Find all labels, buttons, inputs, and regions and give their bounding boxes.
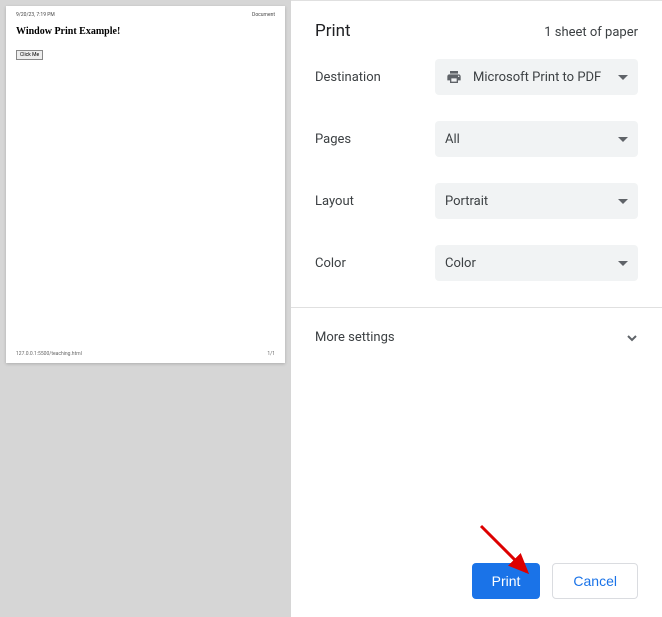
preview-page-button: Click Me — [16, 50, 43, 60]
chevron-down-icon — [618, 137, 628, 142]
chevron-down-icon — [626, 332, 638, 344]
pages-value: All — [445, 132, 618, 147]
color-value: Color — [445, 256, 618, 271]
preview-footer: 127.0.0.1:5500/teaching.html 1/1 — [16, 351, 275, 357]
destination-row: Destination Microsoft Print to PDF — [315, 59, 638, 95]
layout-value: Portrait — [445, 194, 618, 209]
chevron-down-icon — [618, 75, 628, 80]
pages-dropdown[interactable]: All — [435, 121, 638, 157]
cancel-button[interactable]: Cancel — [552, 563, 638, 599]
print-settings-pane: Print 1 sheet of paper Destination Micro… — [291, 0, 662, 617]
preview-footer-page: 1/1 — [267, 351, 275, 357]
color-row: Color Color — [315, 245, 638, 281]
pages-row: Pages All — [315, 121, 638, 157]
preview-header: 9/20/23, 7:19 PM Document — [16, 12, 275, 18]
layout-label: Layout — [315, 194, 435, 209]
printer-icon — [445, 69, 463, 85]
layout-dropdown[interactable]: Portrait — [435, 183, 638, 219]
dialog-header: Print 1 sheet of paper — [291, 1, 662, 59]
options-block: Destination Microsoft Print to PDF Pages… — [291, 59, 662, 307]
chevron-down-icon — [618, 261, 628, 266]
preview-header-doc: Document — [252, 12, 275, 18]
color-dropdown[interactable]: Color — [435, 245, 638, 281]
destination-value: Microsoft Print to PDF — [473, 70, 618, 85]
more-settings-toggle[interactable]: More settings — [291, 308, 662, 367]
destination-dropdown[interactable]: Microsoft Print to PDF — [435, 59, 638, 95]
preview-page: 9/20/23, 7:19 PM Document Window Print E… — [6, 6, 285, 363]
sheet-count: 1 sheet of paper — [544, 25, 638, 40]
color-label: Color — [315, 256, 435, 271]
pages-label: Pages — [315, 132, 435, 147]
print-button[interactable]: Print — [472, 563, 541, 599]
print-preview-pane: 9/20/23, 7:19 PM Document Window Print E… — [0, 0, 291, 617]
chevron-down-icon — [618, 199, 628, 204]
preview-footer-url: 127.0.0.1:5500/teaching.html — [16, 351, 82, 357]
preview-header-date: 9/20/23, 7:19 PM — [16, 12, 55, 18]
dialog-footer: Print Cancel — [291, 545, 662, 617]
destination-label: Destination — [315, 70, 435, 85]
dialog-title: Print — [315, 21, 351, 41]
more-settings-label: More settings — [315, 330, 395, 345]
layout-row: Layout Portrait — [315, 183, 638, 219]
preview-heading: Window Print Example! — [16, 26, 275, 37]
